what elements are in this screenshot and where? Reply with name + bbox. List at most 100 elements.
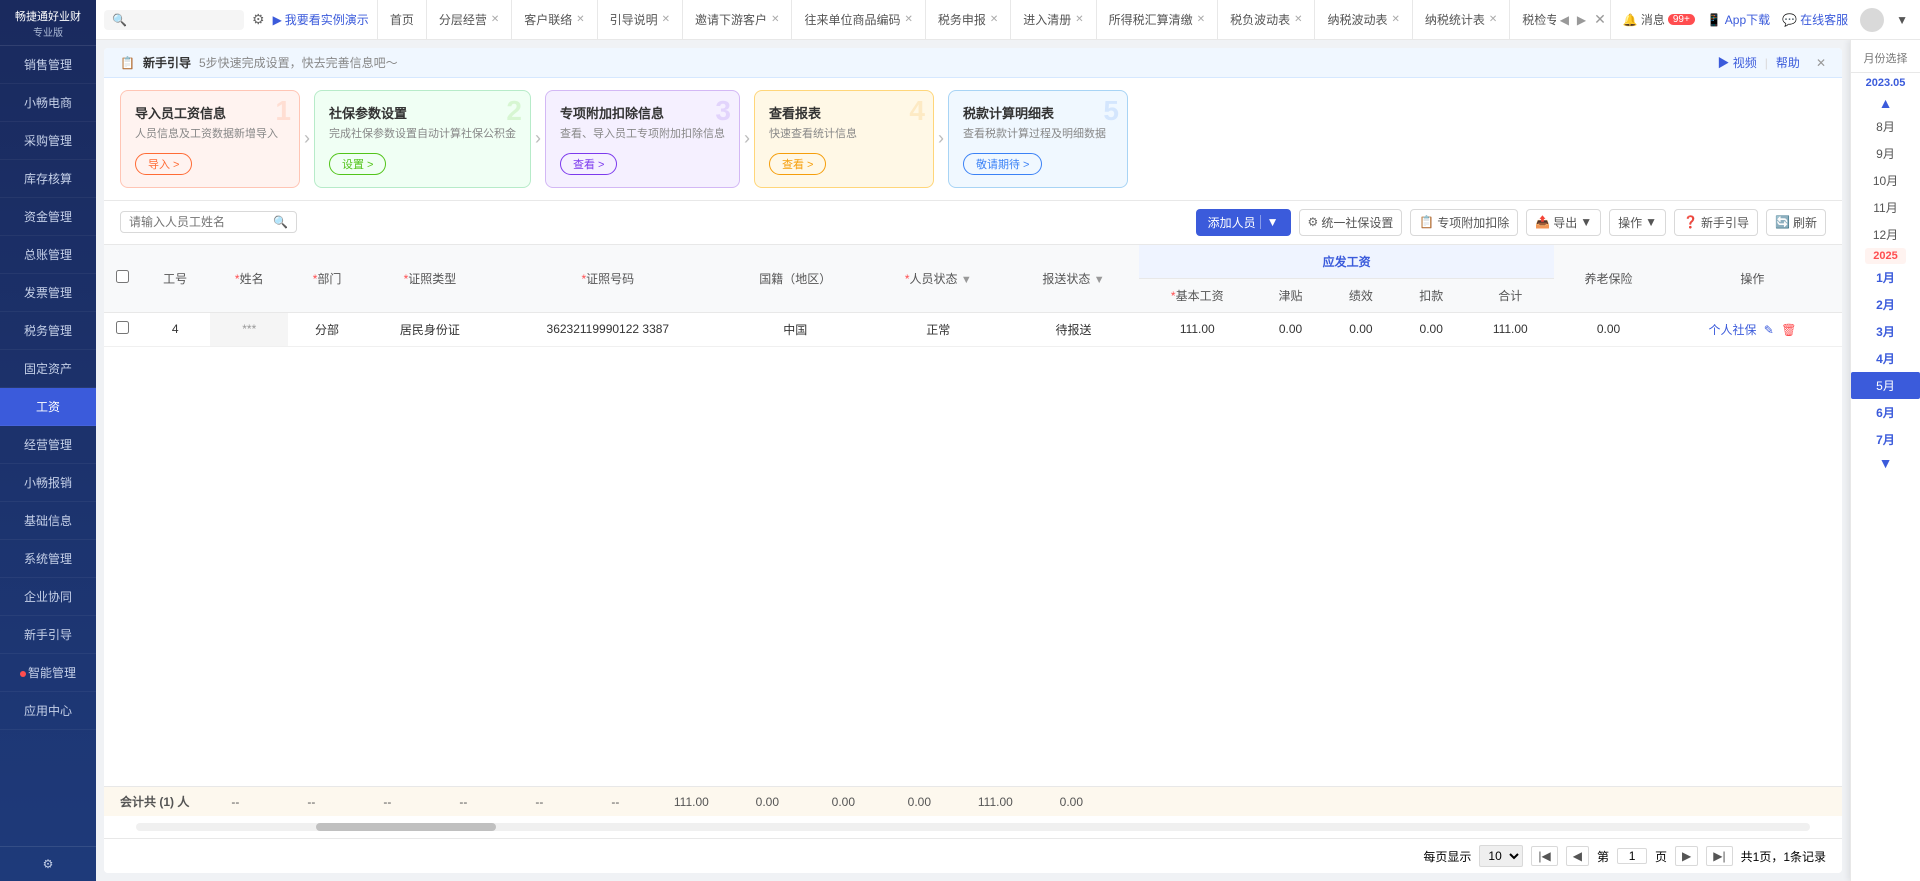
tab-goods-code[interactable]: 往来单位商品编码 ✕ <box>792 0 925 39</box>
newbie-guide-btn[interactable]: ❓ 新手引导 <box>1674 209 1758 236</box>
sidebar-item-collab[interactable]: 企业协同 <box>0 578 96 616</box>
tab-tax-expert[interactable]: 税检专家 ✕ <box>1510 0 1555 39</box>
month-2[interactable]: 2月 <box>1851 291 1920 318</box>
tab-clearing-close[interactable]: ✕ <box>1075 14 1083 25</box>
close-all-tabs[interactable]: ✕ <box>1590 11 1610 28</box>
month-1[interactable]: 1月 <box>1851 264 1920 291</box>
tab-layered[interactable]: 分层经营 ✕ <box>427 0 512 39</box>
tab-invite-close[interactable]: ✕ <box>771 14 779 25</box>
sidebar-item-expense[interactable]: 小畅报销 <box>0 464 96 502</box>
sidebar-item-purchase[interactable]: 采购管理 <box>0 122 96 160</box>
message-btn[interactable]: 🔔 消息 99+ <box>1623 11 1695 28</box>
tab-burden-close[interactable]: ✕ <box>1294 14 1302 25</box>
tab-tax-close[interactable]: ✕ <box>990 14 998 25</box>
header-search-box[interactable]: 🔍 <box>104 10 244 30</box>
row-personal-insurance-link[interactable]: 个人社保 <box>1708 323 1756 337</box>
sidebar-item-assets[interactable]: 固定资产 <box>0 350 96 388</box>
user-menu-btn[interactable]: ▼ <box>1896 13 1908 27</box>
special-deduction-btn[interactable]: 📋 专项附加扣除 <box>1410 209 1518 236</box>
row-select-checkbox[interactable] <box>116 321 129 334</box>
sidebar-item-system[interactable]: 系统管理 <box>0 540 96 578</box>
first-page-btn[interactable]: |◀ <box>1531 846 1557 866</box>
step-1-btn[interactable]: 导入 > <box>135 153 192 175</box>
month-12[interactable]: 12月 <box>1851 221 1920 248</box>
app-download-btn[interactable]: 📱 App下载 <box>1707 11 1770 28</box>
search-input[interactable] <box>129 215 269 229</box>
tab-stats-close[interactable]: ✕ <box>1489 14 1497 25</box>
row-edit-btn[interactable]: ✎ <box>1764 323 1774 337</box>
guide-video-link[interactable]: ▶ 视频 <box>1717 54 1756 71</box>
tab-tax-report[interactable]: 税务申报 ✕ <box>926 0 1011 39</box>
month-up-arrow[interactable]: ▲ <box>1877 93 1895 113</box>
sidebar-item-invoice[interactable]: 发票管理 <box>0 274 96 312</box>
sidebar-item-ecommerce[interactable]: 小畅电商 <box>0 84 96 122</box>
tab-income-close[interactable]: ✕ <box>1197 14 1205 25</box>
sidebar-settings[interactable]: ⚙ <box>0 846 96 881</box>
add-employee-btn[interactable]: 添加人员 ▼ <box>1196 209 1291 236</box>
select-all-checkbox[interactable] <box>116 270 129 283</box>
sidebar-item-basic-info[interactable]: 基础信息 <box>0 502 96 540</box>
tab-layered-close[interactable]: ✕ <box>491 14 499 25</box>
nav-prev-arrow[interactable]: ◀ <box>1556 13 1573 27</box>
tab-tax-change[interactable]: 纳税波动表 ✕ <box>1315 0 1412 39</box>
user-avatar[interactable] <box>1860 8 1884 32</box>
sidebar-item-operations[interactable]: 经营管理 <box>0 426 96 464</box>
scrollbar-thumb[interactable] <box>316 823 496 831</box>
month-9[interactable]: 9月 <box>1851 140 1920 167</box>
export-btn[interactable]: 📤 导出 ▼ <box>1526 209 1601 236</box>
step-4-btn[interactable]: 查看 > <box>769 153 826 175</box>
month-5-active[interactable]: 5月 <box>1851 372 1920 399</box>
sidebar-item-finance[interactable]: 资金管理 <box>0 198 96 236</box>
guide-help-link[interactable]: 帮助 <box>1776 54 1800 71</box>
step-5-btn[interactable]: 敬请期待 > <box>963 153 1042 175</box>
tab-guide-tab[interactable]: 引导说明 ✕ <box>598 0 683 39</box>
horizontal-scrollbar[interactable] <box>104 816 1842 838</box>
month-10[interactable]: 10月 <box>1851 167 1920 194</box>
action-btn[interactable]: 操作 ▼ <box>1609 209 1666 236</box>
last-page-btn[interactable]: ▶| <box>1706 846 1732 866</box>
row-delete-btn[interactable]: 🗑 <box>1781 323 1796 337</box>
tab-home[interactable]: 首页 <box>378 0 427 39</box>
sidebar-item-guide[interactable]: 新手引导 <box>0 616 96 654</box>
tab-income-tax[interactable]: 所得税汇算清缴 ✕ <box>1097 0 1218 39</box>
month-6[interactable]: 6月 <box>1851 399 1920 426</box>
tab-tax-burden[interactable]: 税负波动表 ✕ <box>1218 0 1315 39</box>
per-page-select[interactable]: 10 <box>1479 845 1523 867</box>
sidebar-item-apps[interactable]: 应用中心 <box>0 692 96 730</box>
tab-customer[interactable]: 客户联络 ✕ <box>512 0 597 39</box>
tab-tax-stats[interactable]: 纳税统计表 ✕ <box>1413 0 1510 39</box>
month-11[interactable]: 11月 <box>1851 194 1920 221</box>
step-3-btn[interactable]: 查看 > <box>560 153 617 175</box>
next-page-btn[interactable]: ▶ <box>1675 846 1698 866</box>
step-2-btn[interactable]: 设置 > <box>329 153 386 175</box>
sidebar-item-smart[interactable]: 智能管理 <box>0 654 96 692</box>
tab-clearing[interactable]: 进入清册 ✕ <box>1011 0 1096 39</box>
sidebar-item-wage[interactable]: 工资 <box>0 388 96 426</box>
month-3[interactable]: 3月 <box>1851 318 1920 345</box>
tab-change-close[interactable]: ✕ <box>1392 14 1400 25</box>
month-8[interactable]: 8月 <box>1851 113 1920 140</box>
gear-settings-icon[interactable]: ⚙ <box>252 11 265 28</box>
page-input[interactable] <box>1617 848 1647 864</box>
sidebar-item-tax[interactable]: 税务管理 <box>0 312 96 350</box>
status-filter-icon[interactable]: ▼ <box>961 274 972 286</box>
search-input-box[interactable]: 🔍 <box>120 211 297 233</box>
tab-customer-close[interactable]: ✕ <box>576 14 584 25</box>
month-4[interactable]: 4月 <box>1851 345 1920 372</box>
guide-close-btn[interactable]: ✕ <box>1816 56 1826 70</box>
nav-next-arrow[interactable]: ▶ <box>1573 13 1590 27</box>
online-service-btn[interactable]: 💬 在线客服 <box>1782 11 1848 28</box>
demo-link[interactable]: ▶ 我要看实例演示 <box>273 11 369 28</box>
tab-guide-close[interactable]: ✕ <box>662 14 670 25</box>
prev-page-btn[interactable]: ◀ <box>1566 846 1589 866</box>
month-down-arrow[interactable]: ▼ <box>1877 453 1895 473</box>
refresh-btn[interactable]: 🔄 刷新 <box>1766 209 1826 236</box>
tab-invite[interactable]: 邀请下游客户 ✕ <box>683 0 792 39</box>
sidebar-item-inventory[interactable]: 库存核算 <box>0 160 96 198</box>
sidebar-item-ledger[interactable]: 总账管理 <box>0 236 96 274</box>
search-btn-icon[interactable]: 🔍 <box>273 215 288 229</box>
sidebar-item-sales[interactable]: 销售管理 <box>0 46 96 84</box>
report-filter-icon[interactable]: ▼ <box>1094 274 1105 286</box>
month-7[interactable]: 7月 <box>1851 426 1920 453</box>
tab-goods-close[interactable]: ✕ <box>904 14 912 25</box>
